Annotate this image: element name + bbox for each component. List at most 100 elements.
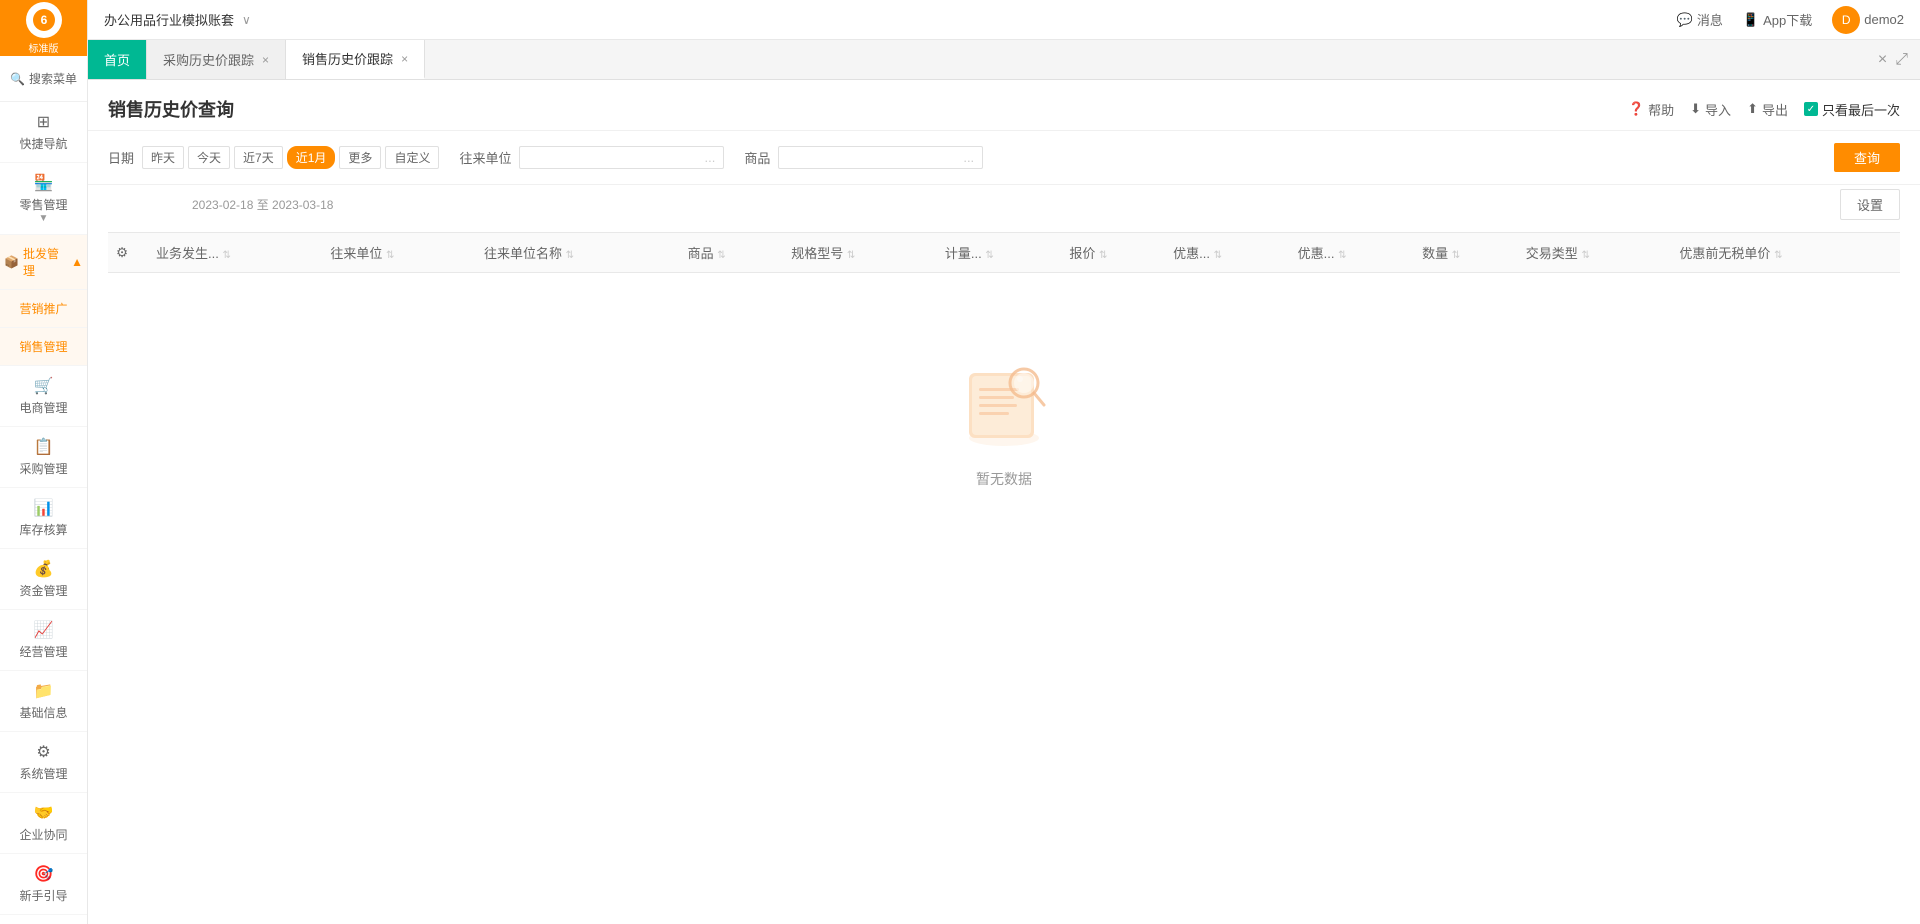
message-action[interactable]: 💬 消息 [1677, 10, 1723, 29]
breadcrumb-arrow-icon: ∨ [242, 13, 251, 27]
sidebar-item-inventory[interactable]: 📊 库存核算 [0, 488, 87, 549]
page-title: 销售历史价查询 [108, 96, 234, 122]
sidebar-item-ecommerce[interactable]: 🛒 电商管理 [0, 366, 87, 427]
top-header: 办公用品行业模拟账套 ∨ 💬 消息 📱 App下载 D demo2 [88, 0, 1920, 40]
tab-close-all-icon[interactable]: × [1878, 51, 1887, 69]
settings-action: 设置 [1840, 189, 1900, 220]
user-action[interactable]: D demo2 [1832, 6, 1904, 34]
export-action[interactable]: ⬆ 导出 [1747, 100, 1788, 119]
date-btn-more[interactable]: 更多 [339, 146, 381, 169]
col-goods[interactable]: 商品 ⇅ [680, 233, 784, 273]
sidebar-item-shortcut[interactable]: ⊞ 快捷导航 [0, 102, 87, 163]
import-action[interactable]: ⬇ 导入 [1690, 100, 1731, 119]
finance-label: 资金管理 [19, 582, 67, 599]
sidebar-item-guide[interactable]: 🎯 新手引导 [0, 854, 87, 915]
search-menu-button[interactable]: 🔍 搜索菜单 [6, 64, 81, 93]
date-btn-custom[interactable]: 自定义 [385, 146, 439, 169]
sidebar-item-purchase[interactable]: 📋 采购管理 [0, 427, 87, 488]
tab-sales-close-icon[interactable]: × [401, 52, 408, 66]
page-title-bar: 销售历史价查询 ❓ 帮助 ⬇ 导入 ⬆ 导出 ✓ 只看最后一次 [88, 80, 1920, 131]
message-icon: 💬 [1677, 12, 1693, 28]
col-settings[interactable]: ⚙ [108, 233, 148, 273]
col-discount2[interactable]: 优惠... ⇅ [1290, 233, 1415, 273]
date-btn-1month[interactable]: 近1月 [287, 146, 336, 169]
operation-label: 经营管理 [19, 643, 67, 660]
sort-pretax-price-icon: ⇅ [1774, 250, 1782, 261]
column-settings-button[interactable]: ⚙ [116, 245, 128, 261]
filter-bar: 日期 昨天 今天 近7天 近1月 更多 自定义 往来单位 ... [88, 131, 1920, 185]
logo[interactable]: 6 标准版 [0, 0, 87, 56]
col-price[interactable]: 报价 ⇅ [1061, 233, 1165, 273]
empty-svg [944, 353, 1064, 453]
tab-fullscreen-icon[interactable]: ⤢ [1895, 51, 1908, 69]
sidebar-item-basic[interactable]: 📁 基础信息 [0, 671, 87, 732]
header-right: 💬 消息 📱 App下载 D demo2 [1677, 6, 1904, 34]
message-label: 消息 [1697, 10, 1723, 29]
sidebar-item-operation[interactable]: 📈 经营管理 [0, 610, 87, 671]
corp-icon: 🤝 [34, 803, 54, 823]
settings-button[interactable]: 设置 [1840, 189, 1900, 220]
col-quantity-label: 数量 [1422, 246, 1448, 261]
only-last-label: 只看最后一次 [1822, 100, 1900, 119]
sidebar-item-app[interactable]: 🔲 应用中心 [0, 915, 87, 924]
logo-icon: 6 [26, 2, 62, 38]
empty-text: 暂无数据 [976, 469, 1032, 489]
date-btn-7days[interactable]: 近7天 [234, 146, 283, 169]
col-partner-name[interactable]: 往来单位名称 ⇅ [476, 233, 680, 273]
shortcut-label: 快捷导航 [19, 135, 67, 152]
col-pretax-price-label: 优惠前无税单价 [1679, 246, 1770, 261]
sidebar-item-wholesale[interactable]: 📦 批发管理 ▲ [0, 235, 87, 290]
sidebar-item-finance[interactable]: 💰 资金管理 [0, 549, 87, 610]
export-icon: ⬆ [1747, 101, 1758, 117]
partner-dots-icon[interactable]: ... [704, 150, 715, 165]
sort-partner-code-icon: ⇅ [386, 250, 394, 261]
tab-bar-actions: × ⤢ [1866, 40, 1920, 79]
wholesale-icon: 📦 [4, 255, 19, 269]
date-btn-yesterday[interactable]: 昨天 [142, 146, 184, 169]
sidebar-item-corp[interactable]: 🤝 企业协同 [0, 793, 87, 854]
sidebar-item-sales-mgmt[interactable]: 销售管理 [0, 328, 87, 366]
goods-dots-icon[interactable]: ... [963, 150, 974, 165]
partner-input[interactable] [528, 150, 704, 165]
col-trade-type[interactable]: 交易类型 ⇅ [1518, 233, 1672, 273]
sidebar-item-marketing[interactable]: 营销推广 [0, 290, 87, 328]
sidebar-item-retail[interactable]: 🏪 零售管理 ▼ [0, 163, 87, 235]
search-button[interactable]: 查询 [1834, 143, 1900, 172]
purchase-icon: 📋 [34, 437, 54, 457]
table-header: ⚙ 业务发生... ⇅ 往来单位 ⇅ 往来单位名称 ⇅ [108, 233, 1900, 273]
sort-price-icon: ⇅ [1099, 250, 1107, 261]
help-action[interactable]: ❓ 帮助 [1628, 100, 1674, 119]
col-unit[interactable]: 计量... ⇅ [937, 233, 1062, 273]
col-partner-code[interactable]: 往来单位 ⇅ [322, 233, 476, 273]
only-last-checkbox[interactable]: ✓ 只看最后一次 [1804, 100, 1900, 119]
tab-purchase-close-icon[interactable]: × [262, 53, 269, 67]
goods-label: 商品 [744, 148, 770, 167]
page-content: 销售历史价查询 ❓ 帮助 ⬇ 导入 ⬆ 导出 ✓ 只看最后一次 [88, 80, 1920, 924]
basic-icon: 📁 [34, 681, 54, 701]
goods-input[interactable] [787, 150, 963, 165]
col-quantity[interactable]: 数量 ⇅ [1414, 233, 1518, 273]
tab-home[interactable]: 首页 [88, 40, 147, 79]
tab-purchase-history[interactable]: 采购历史价跟踪 × [147, 40, 286, 79]
logo-text: 标准版 [29, 40, 59, 55]
col-spec[interactable]: 规格型号 ⇅ [783, 233, 937, 273]
ecommerce-icon: 🛒 [34, 376, 54, 396]
breadcrumb: 办公用品行业模拟账套 [104, 10, 234, 29]
partner-input-wrap: ... [519, 146, 724, 169]
col-trade-type-label: 交易类型 [1526, 246, 1578, 261]
search-icon: 🔍 [10, 72, 25, 86]
date-filter-group: 日期 昨天 今天 近7天 近1月 更多 自定义 [108, 146, 439, 169]
corp-label: 企业协同 [19, 826, 67, 843]
col-pretax-price[interactable]: 优惠前无税单价 ⇅ [1671, 233, 1900, 273]
tab-sales-history[interactable]: 销售历史价跟踪 × [286, 40, 425, 79]
sidebar-item-system[interactable]: ⚙ 系统管理 [0, 732, 87, 793]
col-discount1[interactable]: 优惠... ⇅ [1165, 233, 1290, 273]
marketing-label: 营销推广 [19, 300, 67, 317]
date-btn-today[interactable]: 今天 [188, 146, 230, 169]
col-biz-date[interactable]: 业务发生... ⇅ [148, 233, 322, 273]
col-biz-date-label: 业务发生... [156, 246, 219, 261]
operation-icon: 📈 [34, 620, 54, 640]
sort-quantity-icon: ⇅ [1452, 250, 1460, 261]
main-content: 办公用品行业模拟账套 ∨ 💬 消息 📱 App下载 D demo2 首页 采购历… [88, 0, 1920, 924]
download-action[interactable]: 📱 App下载 [1743, 10, 1812, 29]
